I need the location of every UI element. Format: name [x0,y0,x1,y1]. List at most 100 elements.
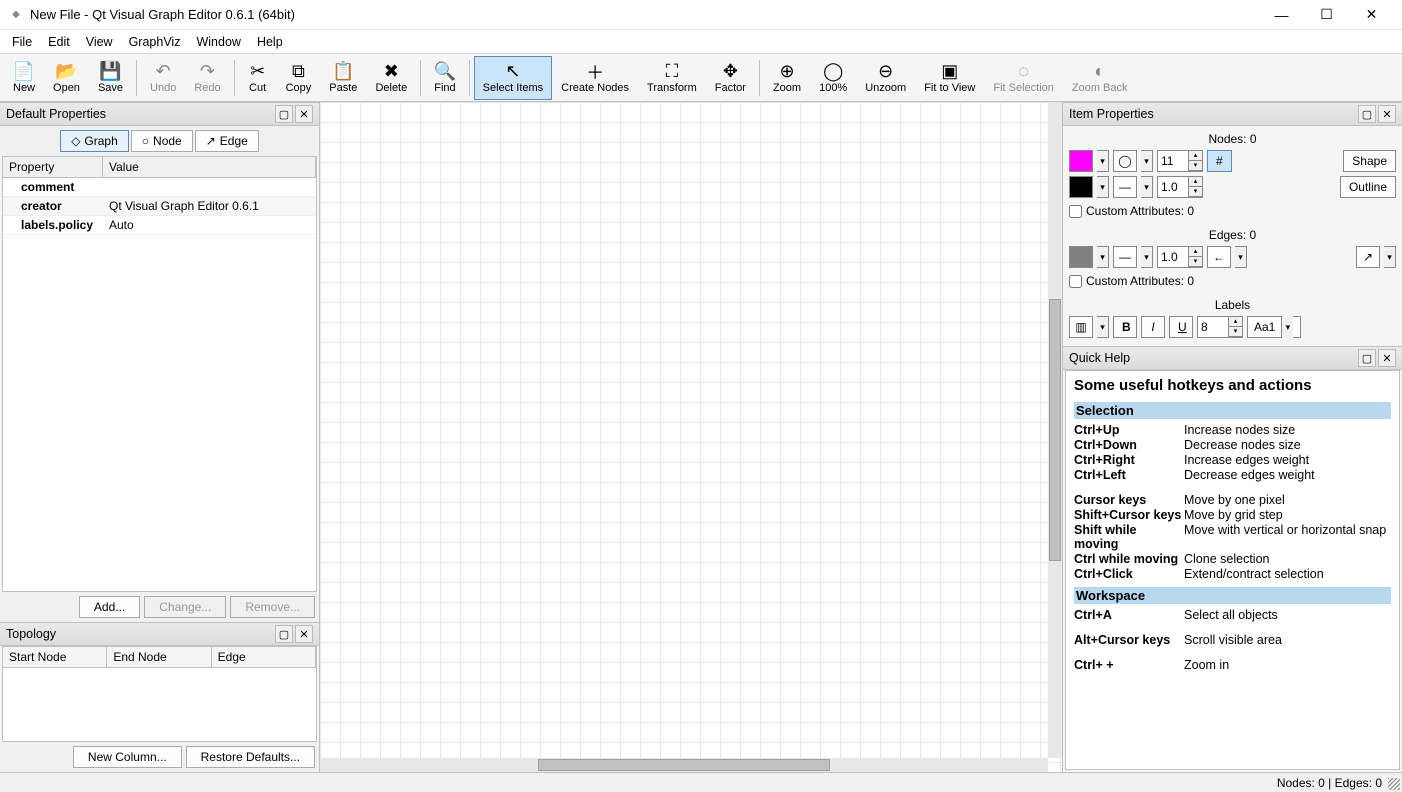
node-stroke-swatch[interactable] [1069,176,1093,198]
edge-stroke-input[interactable]: ▴▾ [1157,246,1203,268]
dropdown-icon[interactable]: ▾ [1235,246,1247,268]
property-row[interactable]: labels.policyAuto [3,216,316,235]
menu-help[interactable]: Help [249,32,291,52]
close-icon[interactable]: ✕ [1378,349,1396,367]
line-style-icon[interactable]: — [1113,176,1137,198]
edge-style-icon[interactable]: — [1113,246,1137,268]
close-button[interactable]: ✕ [1349,0,1394,30]
toolbar-undo[interactable]: ↶Undo [141,56,185,100]
arrow-start-icon[interactable]: ← [1207,246,1231,268]
dropdown-icon[interactable]: ▾ [1097,246,1109,268]
toolbar-cut[interactable]: ✂Cut [239,56,277,100]
italic-button[interactable]: I [1141,316,1165,338]
toolbar-fit[interactable]: ▣Fit to View [915,56,984,100]
float-icon[interactable]: ▢ [1358,349,1376,367]
toolbar-unzoom[interactable]: ⊖Unzoom [856,56,915,100]
graph-canvas[interactable] [320,102,1062,772]
vscroll-thumb[interactable] [1049,299,1061,561]
quick-help-header[interactable]: Quick Help ▢ ✕ [1063,346,1402,370]
remove-button[interactable]: Remove... [230,596,315,618]
spin-up-icon[interactable]: ▴ [1189,247,1202,257]
toolbar-delete[interactable]: ✖Delete [366,56,416,100]
shape-button[interactable]: Shape [1343,150,1396,172]
bold-button[interactable]: B [1113,316,1137,338]
custom-attr-nodes-checkbox[interactable] [1069,205,1082,218]
topo-col-end-node[interactable]: End Node [107,647,211,667]
toolbar-factor[interactable]: ✥Factor [706,56,755,100]
node-shape-icon[interactable]: ◯ [1113,150,1137,172]
close-icon[interactable]: ✕ [1378,105,1396,123]
topology-header[interactable]: Topology ▢ ✕ [0,622,319,646]
toolbar-create-nodes[interactable]: ＋Create Nodes [552,56,638,100]
spin-up-icon[interactable]: ▴ [1229,317,1242,327]
menu-graphviz[interactable]: GraphViz [121,32,189,52]
dropdown-icon[interactable]: ▾ [1141,150,1153,172]
topo-col-edge[interactable]: Edge [212,647,316,667]
toolbar-select-items[interactable]: ↖Select Items [474,56,553,100]
menu-view[interactable]: View [78,32,121,52]
restore-defaults-button[interactable]: Restore Defaults... [186,746,315,768]
dropdown-icon[interactable]: ▾ [1097,150,1109,172]
spin-up-icon[interactable]: ▴ [1189,177,1202,187]
tab-edge[interactable]: ↗Edge [195,130,259,152]
toolbar-save[interactable]: 💾Save [89,56,132,100]
toolbar-find[interactable]: 🔍Find [425,56,464,100]
dropdown-icon[interactable]: ▾ [1141,176,1153,198]
node-size-input[interactable]: ▴▾ [1157,150,1203,172]
new-column-button[interactable]: New Column... [73,746,182,768]
toolbar-paste[interactable]: 📋Paste [320,56,366,100]
default-properties-header[interactable]: Default Properties ▢ ✕ [0,102,319,126]
dropdown-icon[interactable]: ▾ [1097,176,1109,198]
underline-button[interactable]: U [1169,316,1193,338]
toolbar-zoom100[interactable]: ◯100% [810,56,856,100]
spin-down-icon[interactable]: ▾ [1189,161,1202,171]
col-value[interactable]: Value [103,157,316,177]
resize-grip-icon[interactable] [1388,778,1400,790]
menu-edit[interactable]: Edit [40,32,78,52]
toolbar-zoom[interactable]: ⊕Zoom [764,56,810,100]
toolbar-transform[interactable]: ⛶Transform [638,56,706,100]
dropdown-icon[interactable]: ▾ [1384,246,1396,268]
edge-color-swatch[interactable] [1069,246,1093,268]
float-icon[interactable]: ▢ [275,625,293,643]
font-preview-dropdown[interactable]: Aa1▾ [1247,316,1301,338]
custom-attr-edges-checkbox[interactable] [1069,275,1082,288]
toolbar-copy[interactable]: ⧉Copy [277,56,321,100]
tab-graph[interactable]: ◇Graph [60,130,129,152]
tab-node[interactable]: ○Node [131,130,193,152]
node-stroke-input[interactable]: ▴▾ [1157,176,1203,198]
spin-up-icon[interactable]: ▴ [1189,151,1202,161]
menu-window[interactable]: Window [188,32,248,52]
arrow-end-icon[interactable]: ↗ [1356,246,1380,268]
hash-toggle[interactable]: # [1207,150,1232,172]
add-button[interactable]: Add... [79,596,140,618]
spin-down-icon[interactable]: ▾ [1189,187,1202,197]
toolbar-fit-sel[interactable]: ◌Fit Selection [984,56,1063,100]
spin-down-icon[interactable]: ▾ [1189,257,1202,267]
dropdown-icon[interactable]: ▾ [1141,246,1153,268]
toolbar-new[interactable]: 📄New [4,56,44,100]
maximize-button[interactable]: ☐ [1304,0,1349,30]
float-icon[interactable]: ▢ [1358,105,1376,123]
toolbar-redo[interactable]: ↷Redo [185,56,229,100]
menu-file[interactable]: File [4,32,40,52]
minimize-button[interactable]: — [1259,0,1304,30]
label-color-swatch[interactable]: ▥ [1069,316,1093,338]
close-icon[interactable]: ✕ [295,625,313,643]
col-property[interactable]: Property [3,157,103,177]
item-properties-header[interactable]: Item Properties ▢ ✕ [1063,102,1402,126]
hscroll-thumb[interactable] [538,759,829,771]
node-fill-swatch[interactable] [1069,150,1093,172]
dropdown-icon[interactable]: ▾ [1097,316,1109,338]
outline-button[interactable]: Outline [1340,176,1396,198]
property-row[interactable]: comment [3,178,316,197]
spin-down-icon[interactable]: ▾ [1229,327,1242,337]
topo-col-start-node[interactable]: Start Node [3,647,107,667]
float-icon[interactable]: ▢ [275,105,293,123]
label-size-input[interactable]: ▴▾ [1197,316,1243,338]
quick-help-body[interactable]: Some useful hotkeys and actions Selectio… [1065,370,1400,770]
property-row[interactable]: creatorQt Visual Graph Editor 0.6.1 [3,197,316,216]
toolbar-open[interactable]: 📂Open [44,56,89,100]
change-button[interactable]: Change... [144,596,226,618]
close-icon[interactable]: ✕ [295,105,313,123]
